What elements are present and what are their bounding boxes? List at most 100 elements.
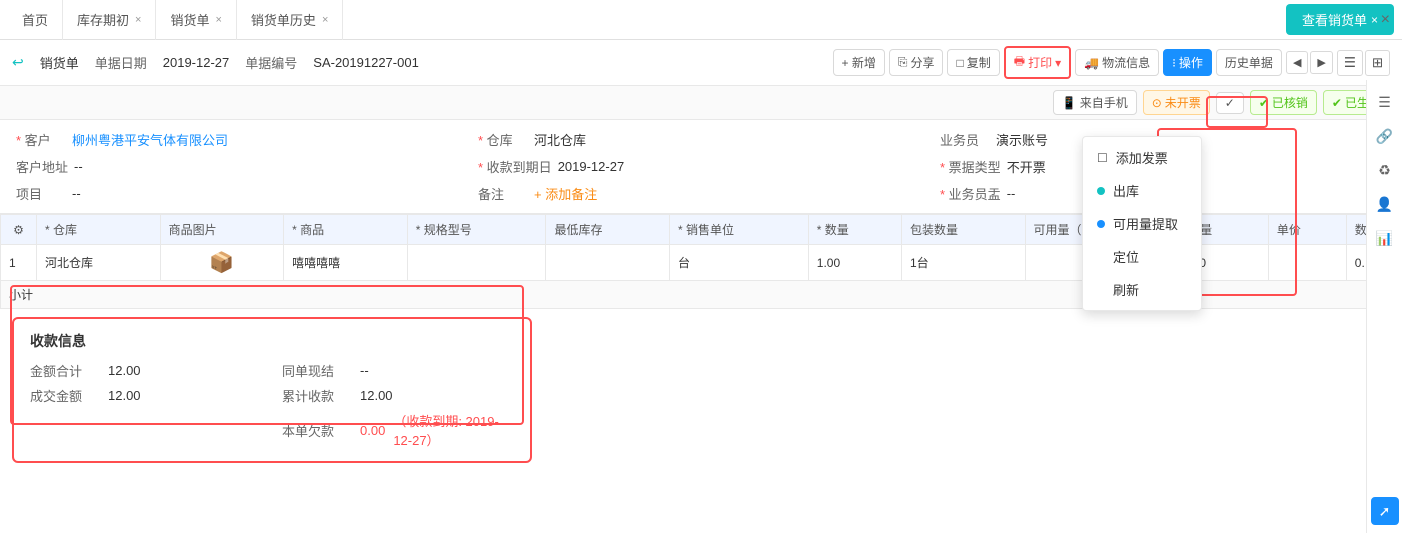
tab-sales-history[interactable]: 销货单历史 × (237, 0, 343, 40)
project-value: -- (72, 186, 81, 201)
not-open-badge: ⊙ 未开票 (1143, 90, 1210, 115)
share-button[interactable]: ⎘ 分享 (889, 49, 944, 76)
window-close-icon[interactable]: × (1381, 11, 1390, 29)
circle-icon: ⊙ (1152, 96, 1162, 110)
row-spec (407, 245, 546, 281)
customer-label: 客户 (16, 130, 66, 149)
doc-icon: ↩ (12, 54, 24, 71)
due-date-label: 收款到期日 (478, 157, 552, 176)
tab-bar: 首页 库存期初 × 销货单 × 销货单历史 × 查看销货单 × × (0, 0, 1402, 40)
note-label: 备注 (478, 184, 528, 203)
col-min-stock: 最低库存 (546, 215, 670, 245)
sidebar-icon-2[interactable]: 🔗 (1371, 122, 1399, 150)
operate-button[interactable]: ⁝ 操作 (1163, 49, 1212, 76)
dot-icon (1097, 187, 1105, 195)
checked-badge: ✔ 已核销 (1250, 90, 1317, 115)
grid-icon: ⁝ (1172, 56, 1176, 70)
dropdown-item-add-invoice[interactable]: ☐ 添加发票 (1083, 141, 1201, 174)
next-button[interactable]: ▶ (1310, 51, 1332, 74)
sale-staff-value: -- (1007, 186, 1016, 201)
col-settings[interactable]: ⚙ (1, 215, 37, 245)
copy-button[interactable]: □ 复制 (947, 49, 999, 76)
dropdown-item-refresh[interactable]: 刷新 (1083, 273, 1201, 306)
tab-label: 首页 (22, 10, 48, 29)
col-image: 商品图片 (160, 215, 284, 245)
row-product: 嘻嘻嘻嘻 (284, 245, 408, 281)
due-label: 本单欠款 (282, 421, 352, 440)
sub-toolbar: 📱 来自手机 ⊙ 未开票 ✓ ✔ 已核销 ✔ 已生效 (0, 86, 1402, 120)
toolbar-actions: + 新增 ⎘ 分享 □ 复制 🖶 打印 ▾ 🚚 物流信息 ⁝ 操作 (833, 46, 1391, 79)
phone-icon: 📱 (1062, 96, 1077, 110)
deal-value: 12.00 (108, 388, 141, 403)
outbound-label: 出库 (1113, 181, 1139, 200)
col-price: 单价 (1268, 215, 1346, 245)
warehouse-value: 河北仓库 (534, 130, 586, 149)
print-button[interactable]: 🖶 打印 ▾ (1004, 46, 1071, 79)
tab-check-sales[interactable]: 查看销货单 × (1286, 4, 1394, 35)
close-icon[interactable]: × (135, 14, 141, 26)
check-btn[interactable]: ✓ (1216, 92, 1244, 114)
view-toggle: ☰ ⊞ (1337, 50, 1390, 76)
add-note-button[interactable]: + 添加备注 (534, 184, 597, 203)
deal-row: 成交金额 12.00 (30, 386, 262, 405)
from-phone-button[interactable]: 📱 来自手机 (1053, 90, 1137, 115)
sidebar-icon-4[interactable]: 👤 (1371, 190, 1399, 218)
date-label: 单据日期 (95, 53, 147, 72)
close-icon[interactable]: × (215, 14, 221, 26)
row-qty: 1.00 (808, 245, 901, 281)
locate-icon (1097, 253, 1105, 261)
project-row: 项目 -- (16, 184, 462, 203)
history-button[interactable]: 历史单据 (1216, 49, 1282, 76)
locate-label: 定位 (1113, 247, 1139, 266)
staff-value: 演示账号 (996, 130, 1048, 149)
dropdown-item-available-qty[interactable]: 可用量提取 (1083, 207, 1201, 240)
tab-sales[interactable]: 销货单 × (156, 0, 236, 40)
tab-label: 销货单历史 (251, 10, 316, 29)
dropdown-arrow-icon: ▾ (1055, 56, 1061, 70)
customer-value[interactable]: 柳州粤港平安气体有限公司 (72, 130, 228, 149)
sidebar-icon-1[interactable]: ☰ (1371, 88, 1399, 116)
effect-icon: ✔ (1332, 96, 1342, 110)
prev-button[interactable]: ◀ (1286, 51, 1308, 74)
tab-home[interactable]: 首页 (8, 0, 63, 40)
tab-label: 库存期初 (77, 10, 129, 29)
nav-arrows: ◀ ▶ (1286, 51, 1333, 74)
due-date-row: 收款到期日 2019-12-27 (478, 157, 924, 176)
list-view-button[interactable]: ☰ (1337, 50, 1363, 76)
total-row: 金额合计 12.00 (30, 361, 262, 380)
check-circle-icon: ✔ (1259, 96, 1269, 110)
sidebar-icon-5[interactable]: 📊 (1371, 224, 1399, 252)
close-icon[interactable]: × (322, 14, 328, 26)
available-qty-label: 可用量提取 (1113, 214, 1178, 233)
row-unit: 台 (670, 245, 809, 281)
main-content: ↩ 销货单 单据日期 2019-12-27 单据编号 SA-20191227-0… (0, 40, 1402, 533)
col-warehouse: * 仓库 (37, 215, 161, 245)
copy-icon: □ (956, 56, 963, 70)
tab-label: 销货单 (170, 10, 209, 29)
accum-label: 累计收款 (282, 386, 352, 405)
col-product: * 商品 (284, 215, 408, 245)
expand-icon[interactable]: ➚ (1371, 497, 1399, 525)
sidebar-icon-3[interactable]: ♻ (1371, 156, 1399, 184)
add-invoice-label: 添加发票 (1116, 148, 1168, 167)
same-order-row: 同单现结 -- (282, 361, 514, 380)
dot-icon (1097, 220, 1105, 228)
grid-view-button[interactable]: ⊞ (1365, 50, 1390, 76)
ticket-label: 票据类型 (940, 157, 1001, 176)
col-unit: * 销售单位 (670, 215, 809, 245)
tab-inventory[interactable]: 库存期初 × (63, 0, 156, 40)
logistics-button[interactable]: 🚚 物流信息 (1075, 49, 1159, 76)
payment-title: 收款信息 (30, 331, 514, 351)
plus-icon: + (534, 187, 542, 202)
dropdown-item-outbound[interactable]: 出库 (1083, 174, 1201, 207)
payment-section: 收款信息 金额合计 12.00 同单现结 -- 成交金额 12.00 累计收款 … (12, 317, 532, 463)
row-no: 1 (1, 245, 37, 281)
row-image: 📦 (160, 245, 284, 281)
checkbox-icon: ☐ (1097, 151, 1108, 165)
close-icon[interactable]: × (1371, 13, 1378, 27)
dropdown-item-locate[interactable]: 定位 (1083, 240, 1201, 273)
due-value: 0.00 (360, 423, 385, 438)
project-label: 项目 (16, 184, 66, 203)
new-button[interactable]: + 新增 (833, 49, 885, 76)
tab-check-label: 查看销货单 (1302, 10, 1367, 29)
